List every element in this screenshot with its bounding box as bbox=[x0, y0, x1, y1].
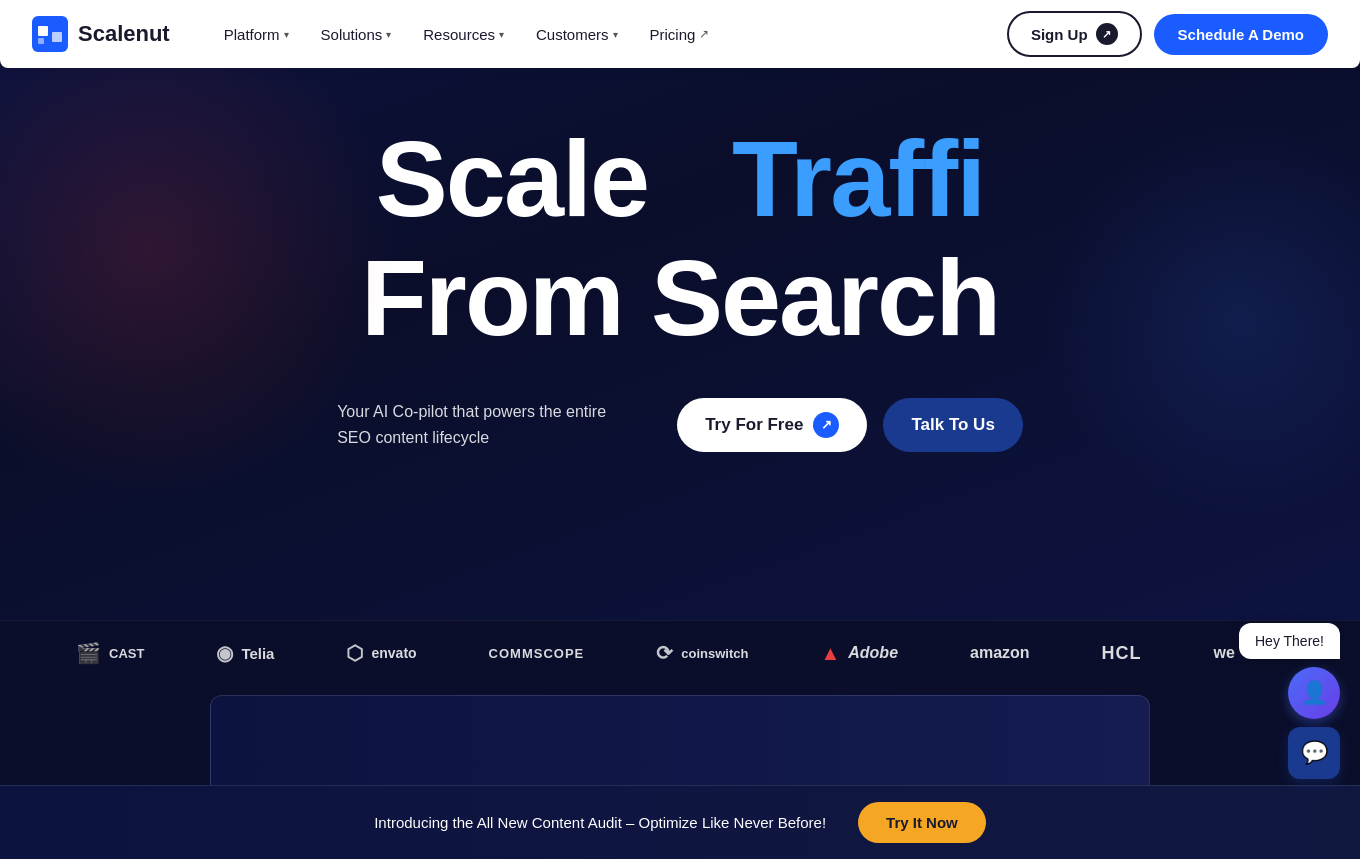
chevron-down-icon: ▾ bbox=[284, 29, 289, 40]
hero-title-line2: From Search bbox=[361, 239, 999, 358]
signup-label: Sign Up bbox=[1031, 26, 1088, 43]
envato-logo-text: envato bbox=[371, 645, 416, 661]
nav-item-customers[interactable]: Customers ▾ bbox=[522, 18, 632, 51]
commscope-logo-text: COMMSCOPE bbox=[489, 646, 585, 661]
try-now-label: Try It Now bbox=[886, 814, 958, 831]
logo-telia: ◉ Telia bbox=[180, 641, 310, 665]
logo-commscope: COMMSCOPE bbox=[453, 646, 621, 661]
logo-amazon: amazon bbox=[934, 644, 1066, 662]
chat-bubble: Hey There! bbox=[1239, 623, 1340, 659]
svg-rect-2 bbox=[52, 32, 62, 42]
envato-logo-icon: ⬡ bbox=[346, 641, 363, 665]
nav-links: Platform ▾ Solutions ▾ Resources ▾ Custo… bbox=[210, 18, 1007, 51]
chat-avatar[interactable]: 👤 bbox=[1288, 667, 1340, 719]
chevron-down-icon: ▾ bbox=[499, 29, 504, 40]
hcl-logo-text: HCL bbox=[1102, 643, 1142, 664]
nav-item-platform[interactable]: Platform ▾ bbox=[210, 18, 303, 51]
cast-logo-icon: 🎬 bbox=[76, 641, 101, 665]
schedule-demo-button[interactable]: Schedule A Demo bbox=[1154, 14, 1328, 55]
nav-item-solutions[interactable]: Solutions ▾ bbox=[307, 18, 406, 51]
svg-rect-0 bbox=[32, 16, 68, 52]
hero-description: Your AI Co-pilot that powers the entire … bbox=[337, 399, 617, 450]
try-for-free-button[interactable]: Try For Free ↗ bbox=[677, 398, 867, 452]
try-it-now-button[interactable]: Try It Now bbox=[858, 802, 986, 843]
banner-announcement-text: Introducing the All New Content Audit – … bbox=[374, 814, 826, 831]
external-link-icon: ↗ bbox=[699, 27, 709, 41]
svg-rect-3 bbox=[38, 38, 44, 44]
arrow-icon: ↗ bbox=[1096, 23, 1118, 45]
telia-logo-text: Telia bbox=[241, 645, 274, 662]
logo-wordmark: Scalenut bbox=[78, 21, 170, 47]
nav-platform-label: Platform bbox=[224, 26, 280, 43]
nav-resources-label: Resources bbox=[423, 26, 495, 43]
logo-adobe: ▲ Adobe bbox=[784, 642, 934, 665]
bottom-banner: Introducing the All New Content Audit – … bbox=[0, 785, 1360, 859]
signup-button[interactable]: Sign Up ↗ bbox=[1007, 11, 1142, 57]
logo-coinswitch: ⟳ coinswitch bbox=[620, 641, 784, 665]
logo-cast: 🎬 CAST bbox=[40, 641, 180, 665]
hero-content: Your AI Co-pilot that powers the entire … bbox=[137, 398, 1223, 452]
coinswitch-logo-icon: ⟳ bbox=[656, 641, 673, 665]
logos-strip: 🎬 CAST ◉ Telia ⬡ envato COMMSCOPE ⟳ coin… bbox=[0, 620, 1360, 695]
we-logo-text: we bbox=[1214, 644, 1235, 662]
nav-ctas: Sign Up ↗ Schedule A Demo bbox=[1007, 11, 1328, 57]
hero-section: Scale Traffi From Search Your AI Co-pilo… bbox=[0, 0, 1360, 620]
chevron-down-icon: ▾ bbox=[386, 29, 391, 40]
nav-solutions-label: Solutions bbox=[321, 26, 383, 43]
talk-to-us-button[interactable]: Talk To Us bbox=[883, 398, 1022, 452]
chat-open-button[interactable]: 💬 bbox=[1288, 727, 1340, 779]
hero-ctas: Try For Free ↗ Talk To Us bbox=[677, 398, 1023, 452]
logo-hcl: HCL bbox=[1066, 643, 1178, 664]
chat-widget: Hey There! 👤 💬 bbox=[1239, 623, 1340, 779]
nav-item-pricing[interactable]: Pricing ↗ bbox=[636, 18, 724, 51]
chat-bubble-text: Hey There! bbox=[1255, 633, 1324, 649]
navbar: Scalenut Platform ▾ Solutions ▾ Resource… bbox=[0, 0, 1360, 68]
coinswitch-logo-text: coinswitch bbox=[681, 646, 748, 661]
telia-logo-icon: ◉ bbox=[216, 641, 233, 665]
hero-title: Scale Traffi From Search bbox=[361, 120, 999, 358]
logo-envato: ⬡ envato bbox=[310, 641, 452, 665]
avatar-icon: 👤 bbox=[1301, 680, 1328, 706]
demo-label: Schedule A Demo bbox=[1178, 26, 1304, 43]
hero-title-line1: Scale Traffi bbox=[361, 120, 999, 239]
hero-title-blue: Traffi bbox=[732, 118, 984, 239]
chevron-down-icon: ▾ bbox=[613, 29, 618, 40]
logo[interactable]: Scalenut bbox=[32, 16, 170, 52]
scalenut-logo-icon bbox=[32, 16, 68, 52]
try-free-label: Try For Free bbox=[705, 415, 803, 435]
nav-pricing-label: Pricing bbox=[650, 26, 696, 43]
nav-item-resources[interactable]: Resources ▾ bbox=[409, 18, 518, 51]
nav-customers-label: Customers bbox=[536, 26, 609, 43]
svg-rect-1 bbox=[38, 26, 48, 36]
adobe-logo-text: Adobe bbox=[848, 644, 898, 662]
cast-logo-text: CAST bbox=[109, 646, 144, 661]
talk-to-us-label: Talk To Us bbox=[911, 415, 994, 434]
adobe-logo-icon: ▲ bbox=[820, 642, 840, 665]
hero-title-white: Scale bbox=[376, 118, 648, 239]
arrow-icon: ↗ bbox=[813, 412, 839, 438]
amazon-logo-text: amazon bbox=[970, 644, 1030, 662]
chat-icon: 💬 bbox=[1301, 740, 1328, 766]
